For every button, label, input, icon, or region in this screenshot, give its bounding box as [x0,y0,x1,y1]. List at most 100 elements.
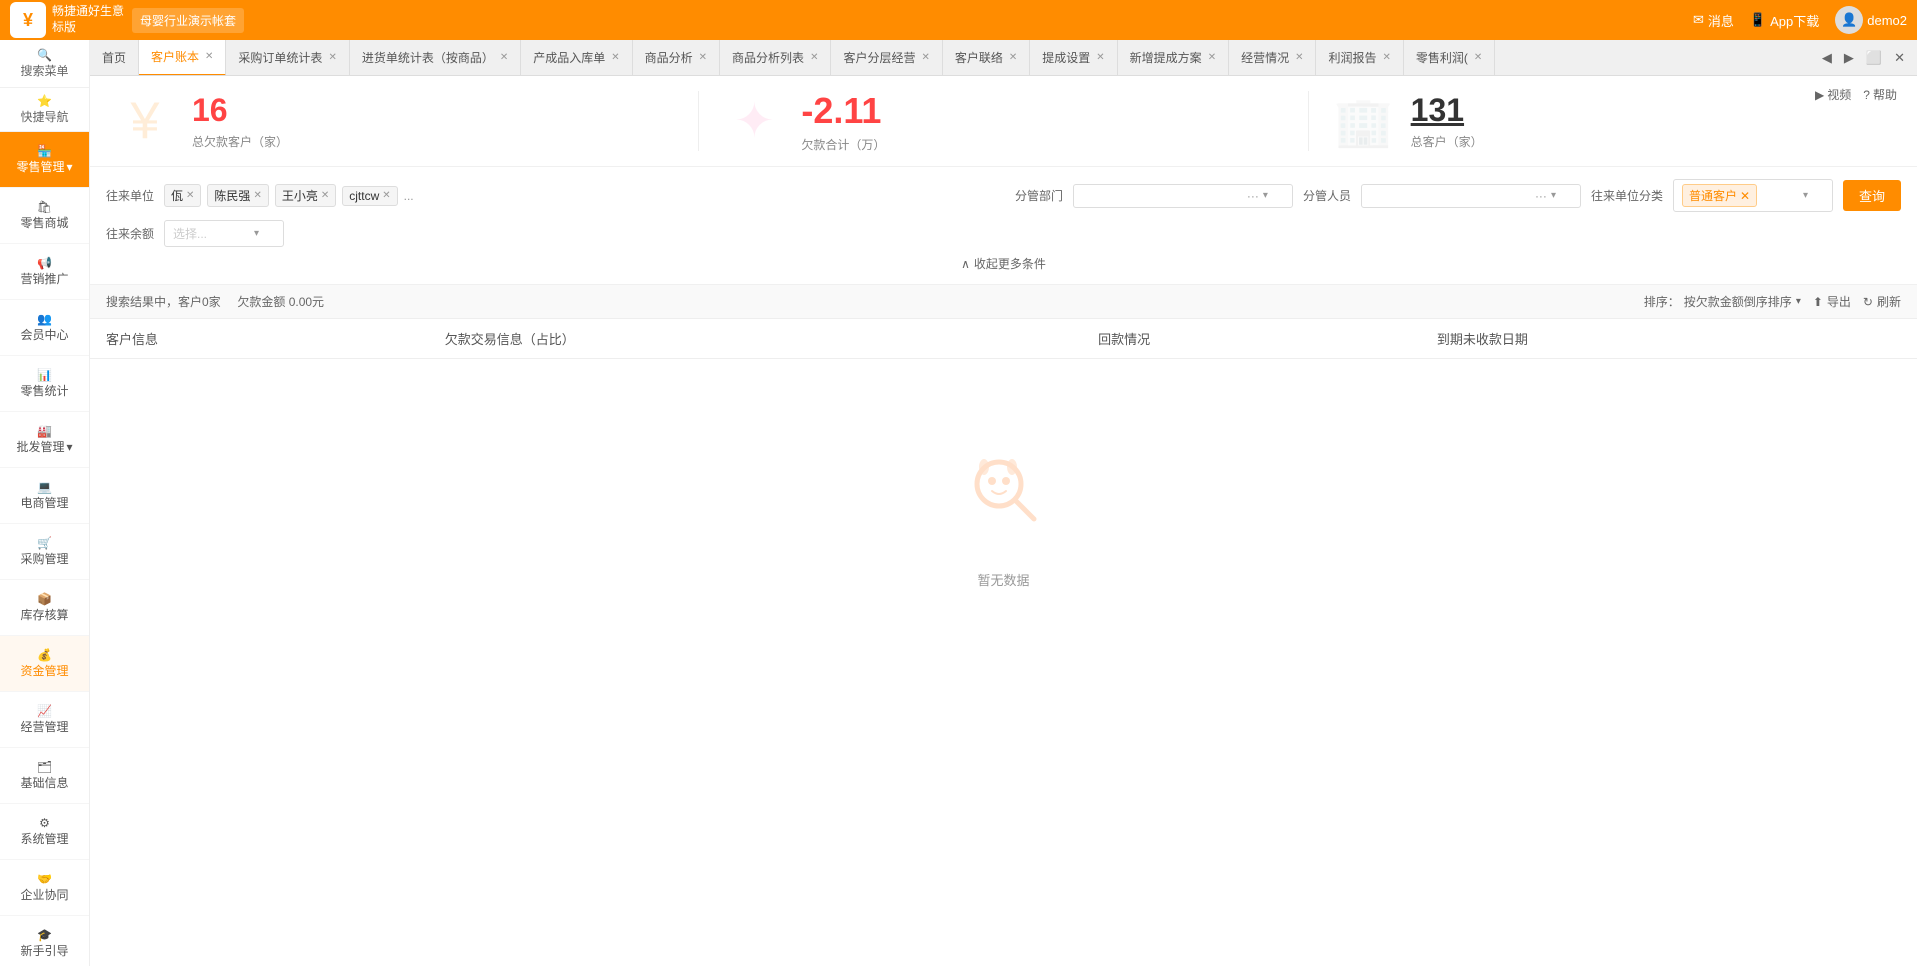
tab-new-boost[interactable]: 新增提成方案 ✕ [1118,40,1229,76]
help-btn[interactable]: ? 帮助 [1863,86,1897,103]
tab-ops-status[interactable]: 经营情况 ✕ [1229,40,1316,76]
results-bar-right: 排序： 按欠款金额倒序排序 ▾ ⬆ 导出 ↻ 刷新 [1644,293,1901,310]
unit-type-arrow: ▾ [1803,190,1808,201]
tab-close-contact[interactable]: ✕ [1009,52,1017,63]
data-table: 客户信息 欠款交易信息（占比） 回款情况 到期未收款日期 [90,319,1917,359]
sidebar-item-retail-mgmt[interactable]: 🏪 零售管理▾ [0,132,89,188]
sidebar-item-new-guide[interactable]: 🎓 新手引导 [0,916,89,966]
refresh-btn[interactable]: ↻ 刷新 [1863,293,1901,310]
tab-close-ops[interactable]: ✕ [1295,52,1303,63]
dept-more-icon[interactable]: ··· [1247,189,1259,203]
customer-type-close[interactable]: ✕ [1740,189,1750,203]
tag-close-wa[interactable]: ✕ [186,190,194,201]
tab-product-analysis-list[interactable]: 商品分析列表 ✕ [720,40,831,76]
stat-debt-value: -2.11 [801,90,885,132]
sort-select[interactable]: 排序： 按欠款金额倒序排序 ▾ [1644,293,1801,310]
tab-close-all[interactable]: ✕ [1890,48,1909,68]
messages-btn[interactable]: ✉ 消息 [1693,11,1734,30]
sidebar-quick-nav[interactable]: ⭐ 快捷导航 [0,88,89,132]
tab-close-new-boost[interactable]: ✕ [1208,52,1216,63]
user-avatar-btn[interactable]: 👤 demo2 [1835,6,1907,34]
tab-home[interactable]: 首页 [90,40,139,76]
filter-more-btn[interactable]: ... [404,189,414,203]
company-selector[interactable]: 母婴行业演示帐套 [132,8,244,33]
sidebar-item-marketing[interactable]: 📢 营销推广 [0,244,89,300]
sidebar-item-basic-info[interactable]: 🗂 基础信息 [0,748,89,804]
tab-close-product-analysis[interactable]: ✕ [699,52,707,63]
tab-scroll-left[interactable]: ◀ [1818,48,1836,68]
top-bar-left: ¥ 畅捷通好生意 标版 母婴行业演示帐套 [10,2,244,38]
stat-numbers-debt: -2.11 欠款合计（万） [801,90,885,153]
col-customer-info: 客户信息 [90,319,429,359]
tab-close-product-list[interactable]: ✕ [810,52,818,63]
sidebar-item-wholesale-mgmt[interactable]: 🏭 批发管理▾ [0,412,89,468]
sidebar-item-inventory[interactable]: 📦 库存核算 [0,580,89,636]
tag-close-wang[interactable]: ✕ [321,190,329,201]
tab-close-profit[interactable]: ✕ [1383,52,1391,63]
filter-tag-wang: 王小亮 ✕ [275,184,336,207]
tab-close-retail-profit[interactable]: ✕ [1474,52,1482,63]
filter-tag-chen: 陈民强 ✕ [207,184,268,207]
export-btn[interactable]: ⬆ 导出 [1813,293,1851,310]
tab-production[interactable]: 产成品入库单 ✕ [521,40,632,76]
tab-profit-report[interactable]: 利润报告 ✕ [1316,40,1403,76]
tab-close-segment[interactable]: ✕ [921,52,929,63]
tab-close-inventory[interactable]: ✕ [500,52,508,63]
sidebar-item-ecommerce[interactable]: 💻 电商管理 [0,468,89,524]
filter-tag-cjttcw: cjttcw ✕ [342,186,397,206]
sidebar-search[interactable]: 🔍 搜索菜单 [0,40,89,88]
sidebar-item-purchase-mgmt[interactable]: 🛒 采购管理 [0,524,89,580]
logo-icon: ¥ [10,2,46,38]
stat-customers-value: 16 [192,92,288,129]
col-overdue-date: 到期未收款日期 [1421,319,1917,359]
collapse-btn[interactable]: ∧ 收起更多条件 [106,255,1901,272]
app-download-btn[interactable]: 📱 App下载 [1750,11,1819,30]
sidebar-item-capital-mgmt[interactable]: 💰 资金管理 [0,636,89,692]
stat-numbers-customers: 16 总欠款客户（家） [192,92,288,150]
balance-filter-select[interactable]: 选择... ▾ [164,220,284,247]
tab-expand[interactable]: ⬜ [1862,48,1886,68]
balance-arrow-icon: ▾ [254,228,259,239]
unit-type-select[interactable]: 普通客户 ✕ ▾ [1673,179,1833,212]
sidebar-item-system-mgmt[interactable]: ⚙ 系统管理 [0,804,89,860]
person-more-icon[interactable]: ··· [1535,189,1547,203]
tag-close-chen[interactable]: ✕ [253,190,261,201]
tab-close-boost[interactable]: ✕ [1096,52,1104,63]
tab-product-analysis[interactable]: 商品分析 ✕ [633,40,720,76]
person-arrow-icon: ▾ [1551,190,1556,201]
sidebar-item-retail-mall[interactable]: 🛍 零售商城 [0,188,89,244]
tab-scroll-right[interactable]: ▶ [1840,48,1858,68]
tab-inventory-stats[interactable]: 进货单统计表（按商品） ✕ [350,40,521,76]
tab-purchase-order[interactable]: 采购订单统计表 ✕ [226,40,349,76]
tab-customer-segment[interactable]: 客户分层经营 ✕ [831,40,942,76]
sidebar-item-member-center[interactable]: 👥 会员中心 [0,300,89,356]
marketing-icon: 📢 [6,256,83,270]
basic-info-icon: 🗂 [6,760,83,774]
sidebar: 🔍 搜索菜单 ⭐ 快捷导航 🏪 零售管理▾ 🛍 零售商城 📢 营销推广 [0,40,90,966]
dept-filter-select[interactable]: ··· ▾ [1073,184,1293,208]
query-button[interactable]: 查询 [1843,180,1901,211]
tab-customer-book[interactable]: 客户账本 ✕ [139,40,226,76]
tab-boost-settings[interactable]: 提成设置 ✕ [1030,40,1117,76]
stat-header-actions: ▶ 视频 ? 帮助 [1815,86,1897,103]
sidebar-item-retail-stats[interactable]: 📊 零售统计 [0,356,89,412]
stat-divider-1 [698,91,699,151]
tag-close-cjttcw[interactable]: ✕ [382,190,390,201]
tab-customer-contact[interactable]: 客户联络 ✕ [943,40,1030,76]
unit-type-label: 往来单位分类 [1591,187,1663,204]
tab-close-customer-book[interactable]: ✕ [205,51,213,62]
capital-icon: 💰 [6,648,83,662]
member-icon: 👥 [6,312,83,326]
stat-total-customers: ¥ 16 总欠款客户（家） [110,86,678,156]
sidebar-item-enterprise-collab[interactable]: 🤝 企业协同 [0,860,89,916]
tab-close-purchase-order[interactable]: ✕ [328,52,336,63]
system-icon: ⚙ [6,816,83,830]
debt-bg-icon: ✦ [734,93,774,149]
stat-clients-label: 总客户（家） [1411,133,1483,150]
tab-close-production[interactable]: ✕ [611,52,619,63]
tab-retail-profit[interactable]: 零售利润( ✕ [1404,40,1495,76]
video-btn[interactable]: ▶ 视频 [1815,86,1851,103]
person-filter-select[interactable]: ··· ▾ [1361,184,1581,208]
content-area: 首页 客户账本 ✕ 采购订单统计表 ✕ 进货单统计表（按商品） ✕ 产成品入库单… [90,40,1917,966]
sidebar-item-operations[interactable]: 📈 经营管理 [0,692,89,748]
